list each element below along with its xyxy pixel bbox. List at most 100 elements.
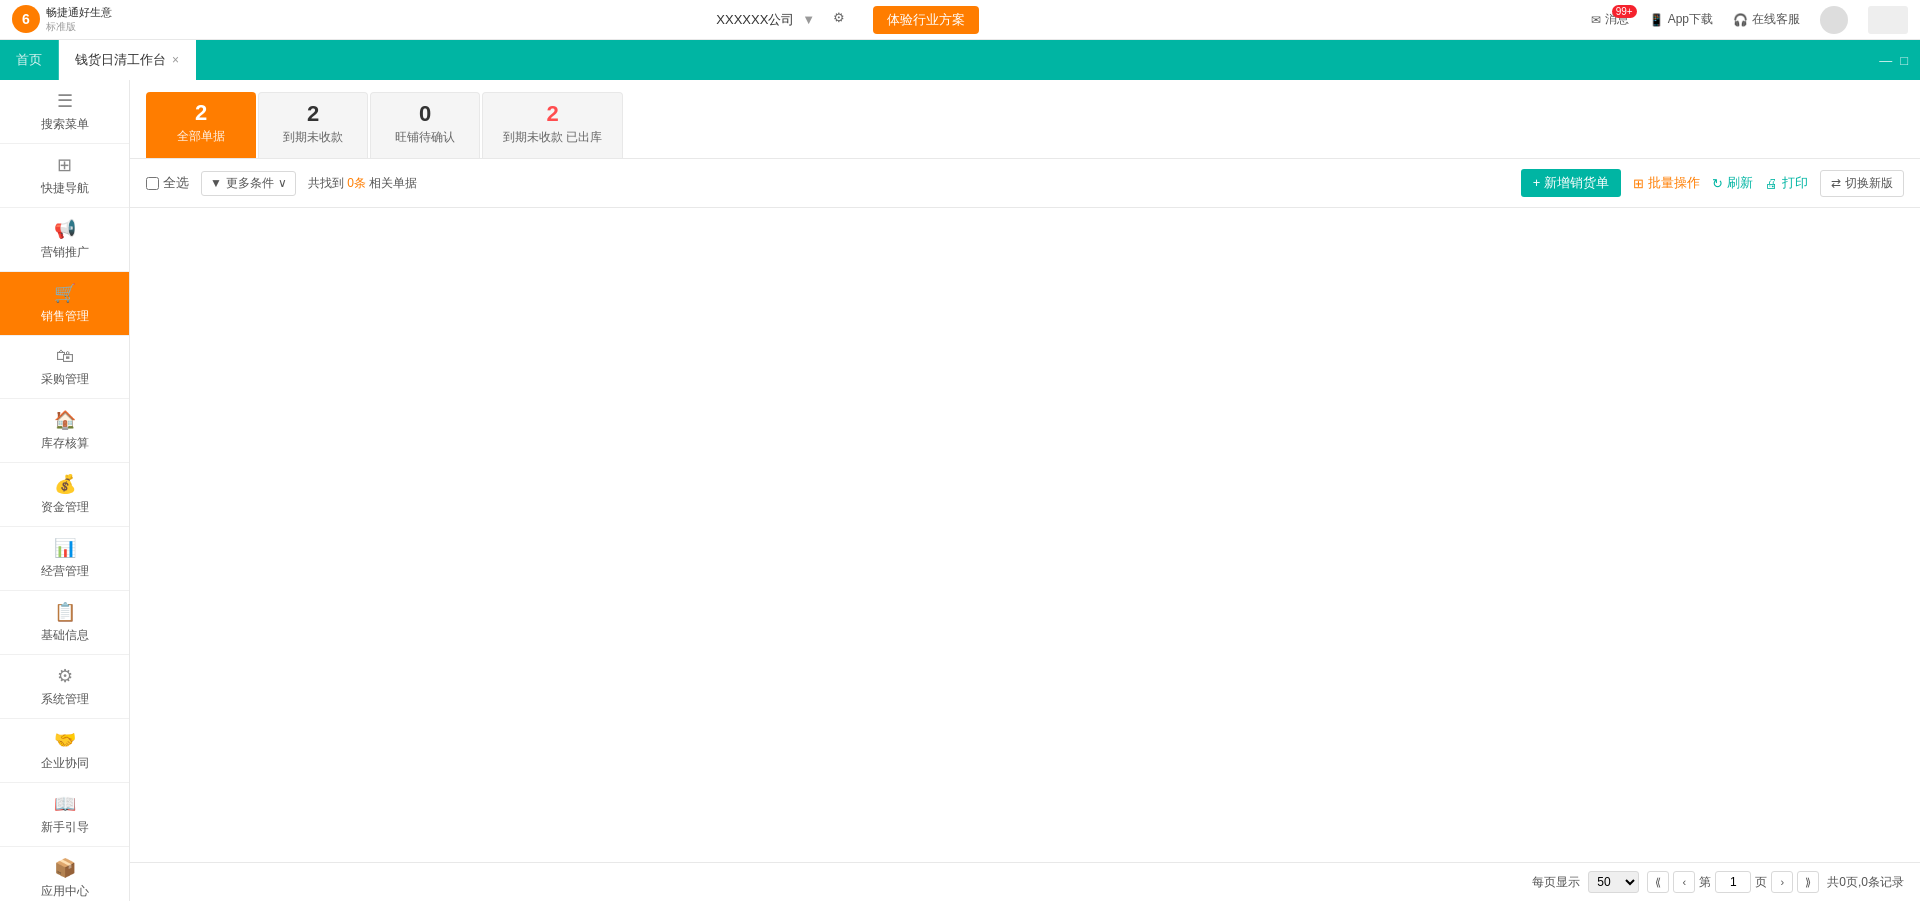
sidebar-item-search[interactable]: ☰ 搜索菜单: [0, 80, 129, 144]
tab-qhrc-label: 钱货日清工作台: [75, 51, 166, 69]
refresh-btn[interactable]: ↻ 刷新: [1712, 174, 1753, 192]
table-area: [130, 208, 1920, 862]
tab-home-label: 首页: [16, 51, 42, 69]
new-sale-btn[interactable]: + 新增销货单: [1521, 169, 1621, 197]
page-first-btn[interactable]: ⟪: [1647, 871, 1669, 893]
tab-minimize-icon[interactable]: —: [1879, 53, 1892, 68]
stat-count-shipped: 2: [547, 101, 559, 127]
sidebar: ☰ 搜索菜单 ⊞ 快捷导航 📢 营销推广 🛒 销售管理 🛍 采购管理 🏠 库存核…: [0, 80, 130, 901]
select-all-label: 全选: [163, 174, 189, 192]
top-header: 6 畅捷通好生意 标准版 XXXXXX公司 ▼ ⚙ 体验行业方案 ✉ 消息 99…: [0, 0, 1920, 40]
sidebar-item-system[interactable]: ⚙ 系统管理: [0, 655, 129, 719]
sidebar-item-app-center-label: 应用中心: [41, 883, 89, 900]
main-layout: ☰ 搜索菜单 ⊞ 快捷导航 📢 营销推广 🛒 销售管理 🛍 采购管理 🏠 库存核…: [0, 80, 1920, 901]
logo-text: 畅捷通好生意: [46, 5, 112, 19]
content-area: 2 全部单据 2 到期未收款 0 旺铺待确认 2 到期未收款 已出库 全选: [130, 80, 1920, 901]
inventory-icon: 🏠: [54, 409, 76, 431]
app-center-icon: 📦: [54, 857, 76, 879]
trial-btn[interactable]: 体验行业方案: [873, 6, 979, 34]
logo-area: 6 畅捷通好生意 标准版: [12, 5, 142, 33]
page-nav: ⟪ ‹ 第 页 › ⟫: [1647, 871, 1819, 893]
sidebar-item-finance[interactable]: 💰 资金管理: [0, 463, 129, 527]
found-count: 0条: [347, 176, 366, 190]
batch-op-btn[interactable]: ⊞ 批量操作: [1633, 174, 1700, 192]
company-selector[interactable]: XXXXXX公司 ▼ ⚙ 体验行业方案: [716, 6, 1016, 34]
purchase-icon: 🛍: [56, 346, 74, 367]
sidebar-item-operations-label: 经营管理: [41, 563, 89, 580]
switch-new-btn[interactable]: ⇄ 切换新版: [1820, 170, 1904, 197]
page-next-btn[interactable]: ›: [1771, 871, 1793, 893]
company-dropdown-icon[interactable]: ▼: [802, 12, 815, 27]
sidebar-item-collab-label: 企业协同: [41, 755, 89, 772]
sidebar-item-operations[interactable]: 📊 经营管理: [0, 527, 129, 591]
filter-label: 更多条件: [226, 175, 274, 192]
company-name: XXXXXX公司: [716, 11, 794, 29]
refresh-icon: ↻: [1712, 176, 1723, 191]
stat-tab-pending[interactable]: 0 旺铺待确认: [370, 92, 480, 158]
message-icon: ✉: [1591, 13, 1601, 27]
online-service-icon: 🎧: [1733, 13, 1748, 27]
refresh-label: 刷新: [1727, 174, 1753, 192]
avatar[interactable]: [1820, 6, 1848, 34]
user-menu[interactable]: [1868, 6, 1908, 34]
quicknav-icon: ⊞: [57, 154, 72, 176]
stats-tabs: 2 全部单据 2 到期未收款 0 旺铺待确认 2 到期未收款 已出库: [130, 80, 1920, 159]
sidebar-item-sales-label: 销售管理: [41, 308, 89, 325]
sidebar-item-inventory-label: 库存核算: [41, 435, 89, 452]
filter-btn[interactable]: ▼ 更多条件 ∨: [201, 171, 296, 196]
switch-label: 切换新版: [1845, 175, 1893, 192]
search-menu-icon: ☰: [57, 90, 73, 112]
page-label-post: 页: [1755, 874, 1767, 891]
sidebar-item-basic-info-label: 基础信息: [41, 627, 89, 644]
select-all-checkbox[interactable]: 全选: [146, 174, 189, 192]
app-download-action[interactable]: 📱 App下载: [1649, 11, 1713, 28]
stat-tab-overdue[interactable]: 2 到期未收款: [258, 92, 368, 158]
stat-label-all: 全部单据: [177, 128, 225, 145]
system-icon: ⚙: [57, 665, 73, 687]
stat-count-all: 2: [195, 100, 207, 126]
stat-tab-all[interactable]: 2 全部单据: [146, 92, 256, 158]
print-label: 打印: [1782, 174, 1808, 192]
filter-down-icon: ∨: [278, 176, 287, 190]
sidebar-item-finance-label: 资金管理: [41, 499, 89, 516]
batch-op-label: 批量操作: [1648, 174, 1700, 192]
online-service-action[interactable]: 🎧 在线客服: [1733, 11, 1800, 28]
sidebar-item-basic-info[interactable]: 📋 基础信息: [0, 591, 129, 655]
tab-maximize-icon[interactable]: □: [1900, 53, 1908, 68]
tab-qhrc[interactable]: 钱货日清工作台 ×: [59, 40, 196, 80]
stat-tab-shipped[interactable]: 2 到期未收款 已出库: [482, 92, 623, 158]
logo-text-area: 畅捷通好生意 标准版: [46, 5, 112, 33]
page-size-select[interactable]: 50 100 200: [1588, 871, 1639, 893]
page-label-pre: 第: [1699, 874, 1711, 891]
found-prefix: 共找到: [308, 176, 344, 190]
sidebar-item-quicknav[interactable]: ⊞ 快捷导航: [0, 144, 129, 208]
page-last-btn[interactable]: ⟫: [1797, 871, 1819, 893]
sidebar-item-app-center[interactable]: 📦 应用中心: [0, 847, 129, 901]
tab-close-icon[interactable]: ×: [172, 53, 179, 67]
guide-icon: 📖: [54, 793, 76, 815]
select-all-input[interactable]: [146, 177, 159, 190]
print-btn[interactable]: 🖨 打印: [1765, 174, 1808, 192]
toolbar: 全选 ▼ 更多条件 ∨ 共找到 0条 相关单据 + 新增销货单 ⊞ 批量操作 ↻: [130, 159, 1920, 208]
page-prev-btn[interactable]: ‹: [1673, 871, 1695, 893]
stat-label-shipped: 到期未收款 已出库: [503, 129, 602, 146]
sidebar-item-purchase[interactable]: 🛍 采购管理: [0, 336, 129, 399]
sidebar-item-sales[interactable]: 🛒 销售管理: [0, 272, 129, 336]
pagination: 每页显示 50 100 200 ⟪ ‹ 第 页 › ⟫ 共0页,0条记录: [130, 862, 1920, 901]
online-service-label: 在线客服: [1752, 11, 1800, 28]
page-size-label: 每页显示: [1532, 874, 1580, 891]
sidebar-item-collab[interactable]: 🤝 企业协同: [0, 719, 129, 783]
sidebar-item-marketing[interactable]: 📢 营销推广: [0, 208, 129, 272]
total-label: 共0页,0条记录: [1827, 874, 1904, 891]
message-action[interactable]: ✉ 消息 99+: [1591, 11, 1629, 28]
sidebar-item-quicknav-label: 快捷导航: [41, 180, 89, 197]
tab-home[interactable]: 首页: [0, 40, 59, 80]
sidebar-item-inventory[interactable]: 🏠 库存核算: [0, 399, 129, 463]
stat-count-overdue: 2: [307, 101, 319, 127]
settings-icon[interactable]: ⚙: [833, 10, 853, 30]
sidebar-item-guide[interactable]: 📖 新手引导: [0, 783, 129, 847]
found-suffix: 相关单据: [369, 176, 417, 190]
page-input[interactable]: [1715, 871, 1751, 893]
sales-icon: 🛒: [54, 282, 76, 304]
switch-icon: ⇄: [1831, 176, 1841, 190]
